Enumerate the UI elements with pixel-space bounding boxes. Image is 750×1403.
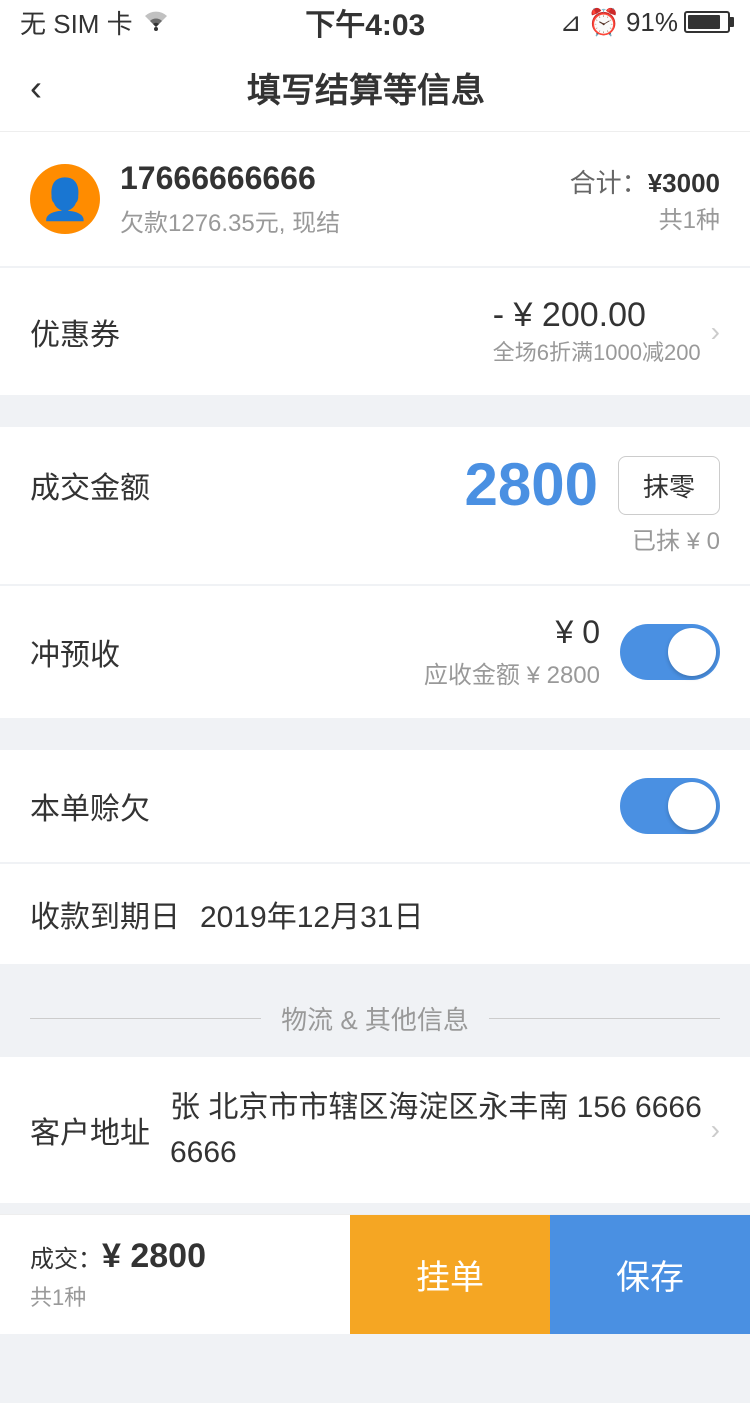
credit-row: 本单赊欠 bbox=[30, 778, 720, 834]
prepay-right: ¥ 0 应收金额 ¥ 2800 bbox=[424, 614, 720, 690]
prepay-amount-group: ¥ 0 应收金额 ¥ 2800 bbox=[424, 614, 600, 690]
duedate-value: 2019年12月31日 bbox=[200, 892, 423, 936]
section-divider-1 bbox=[0, 411, 750, 427]
prepay-sub: 应收金额 ¥ 2800 bbox=[424, 655, 600, 690]
address-section[interactable]: 客户地址 张 北京市市辖区海淀区永丰南 156 6666 6666 › bbox=[0, 1057, 750, 1203]
customer-debt: 欠款1276.35元, 现结 bbox=[120, 203, 340, 238]
deal-amount-label: 成交金额 bbox=[30, 463, 150, 507]
deal-amount-row: 成交金额 2800 抹零 bbox=[30, 455, 720, 515]
status-right: ⊿ ⏰ 91% bbox=[560, 7, 730, 38]
address-value: 张 北京市市辖区海淀区永丰南 156 6666 6666 bbox=[170, 1085, 711, 1175]
address-label: 客户地址 bbox=[30, 1108, 150, 1152]
status-bar: 无 SIM 卡 下午4:03 ⊿ ⏰ 91% bbox=[0, 0, 750, 44]
logistics-section-label: 物流 & 其他信息 bbox=[261, 1000, 489, 1037]
customer-right: 合计：¥3000 共1种 bbox=[570, 163, 720, 235]
credit-section: 本单赊欠 bbox=[0, 750, 750, 862]
round-btn[interactable]: 抹零 bbox=[618, 456, 720, 515]
avatar: 👤 bbox=[30, 164, 100, 234]
credit-toggle-knob bbox=[668, 782, 716, 830]
credit-label: 本单赊欠 bbox=[30, 784, 150, 828]
coupon-label: 优惠券 bbox=[30, 310, 120, 354]
customer-card: 👤 17666666666 欠款1276.35元, 现结 合计：¥3000 共1… bbox=[0, 132, 750, 266]
customer-left: 👤 17666666666 欠款1276.35元, 现结 bbox=[30, 160, 340, 238]
bottom-deal-amount: ¥ 2800 bbox=[102, 1237, 206, 1275]
prepay-label: 冲预收 bbox=[30, 630, 120, 674]
credit-toggle[interactable] bbox=[620, 778, 720, 834]
coupon-arrow-icon: › bbox=[711, 316, 720, 348]
address-arrow-icon: › bbox=[711, 1114, 720, 1146]
back-button[interactable]: ‹ bbox=[30, 67, 62, 109]
bottom-deal-label: 成交： bbox=[30, 1246, 102, 1273]
wifi-icon bbox=[141, 7, 171, 38]
duedate-section: 收款到期日 2019年12月31日 bbox=[0, 864, 750, 964]
alarm-icon: ⏰ bbox=[588, 7, 620, 38]
no-sim-text: 无 SIM 卡 bbox=[20, 4, 133, 41]
deal-amount-value: 2800 bbox=[465, 455, 598, 515]
customer-info: 17666666666 欠款1276.35元, 现结 bbox=[120, 160, 340, 238]
customer-phone: 17666666666 bbox=[120, 160, 340, 197]
hang-button[interactable]: 挂单 bbox=[350, 1215, 550, 1334]
deal-sub-text: 已抹 ¥ 0 bbox=[30, 521, 720, 556]
deal-amount-section: 成交金额 2800 抹零 已抹 ¥ 0 bbox=[0, 427, 750, 584]
prepay-amount: ¥ 0 bbox=[424, 614, 600, 651]
duedate-row: 收款到期日 2019年12月31日 bbox=[30, 892, 720, 936]
bottom-deal-row: 成交：¥ 2800 bbox=[30, 1237, 320, 1276]
toggle-knob bbox=[668, 628, 716, 676]
section-divider-2 bbox=[0, 734, 750, 750]
bottom-summary: 成交：¥ 2800 共1种 bbox=[0, 1215, 350, 1334]
divider-line-right bbox=[489, 1018, 720, 1019]
coupon-right: - ¥ 200.00 全场6折满1000减200 › bbox=[493, 296, 720, 367]
nav-bar: ‹ 填写结算等信息 bbox=[0, 44, 750, 132]
coupon-discount: - ¥ 200.00 bbox=[493, 296, 701, 335]
logistics-divider: 物流 & 其他信息 bbox=[0, 980, 750, 1057]
save-button[interactable]: 保存 bbox=[550, 1215, 750, 1334]
total-count: 共1种 bbox=[570, 200, 720, 235]
battery-percent: 91% bbox=[626, 7, 678, 38]
status-left: 无 SIM 卡 bbox=[20, 4, 171, 41]
deal-right: 2800 抹零 bbox=[465, 455, 721, 515]
prepay-row: 冲预收 ¥ 0 应收金额 ¥ 2800 bbox=[30, 614, 720, 690]
bottom-bar: 成交：¥ 2800 共1种 挂单 保存 bbox=[0, 1214, 750, 1334]
location-icon: ⊿ bbox=[560, 7, 582, 38]
battery-icon bbox=[684, 11, 730, 33]
prepay-section: 冲预收 ¥ 0 应收金额 ¥ 2800 bbox=[0, 586, 750, 718]
bottom-count: 共1种 bbox=[30, 1280, 320, 1312]
avatar-icon: 👤 bbox=[40, 176, 90, 223]
total-label: 合计：¥3000 bbox=[570, 163, 720, 200]
coupon-desc: 全场6折满1000减200 bbox=[493, 335, 701, 367]
nav-title: 填写结算等信息 bbox=[62, 63, 670, 112]
coupon-row[interactable]: 优惠券 - ¥ 200.00 全场6折满1000减200 › bbox=[0, 268, 750, 395]
duedate-label: 收款到期日 bbox=[30, 892, 180, 936]
prepay-toggle[interactable] bbox=[620, 624, 720, 680]
status-time: 下午4:03 bbox=[305, 0, 425, 44]
divider-line-left bbox=[30, 1018, 261, 1019]
